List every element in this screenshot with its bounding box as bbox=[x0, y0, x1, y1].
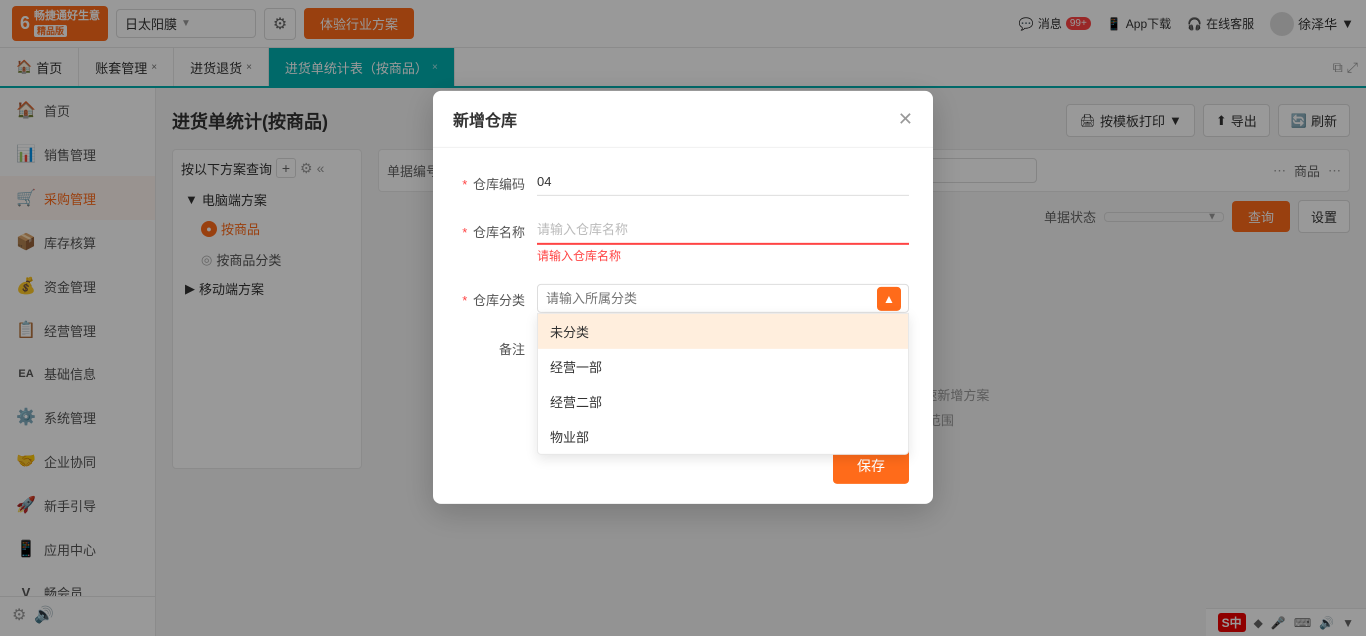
category-expand-icon[interactable]: ▲ bbox=[877, 286, 901, 310]
code-required: * bbox=[462, 177, 467, 192]
category-label: * 仓库分类 bbox=[457, 284, 537, 309]
name-required: * bbox=[462, 225, 467, 240]
dropdown-item-dept3[interactable]: 物业部 bbox=[538, 419, 908, 454]
category-input[interactable] bbox=[537, 284, 909, 313]
code-input[interactable] bbox=[537, 168, 909, 196]
form-row-category: * 仓库分类 ▲ 未分类 经营一部 经营二部 物业部 bbox=[457, 284, 909, 313]
code-label: * 仓库编码 bbox=[457, 168, 537, 193]
form-row-name: * 仓库名称 请输入仓库名称 bbox=[457, 216, 909, 264]
modal-close-button[interactable]: ✕ bbox=[898, 108, 913, 129]
name-field: 请输入仓库名称 bbox=[537, 216, 909, 264]
note-label: 备注 bbox=[457, 333, 537, 358]
dropdown-item-dept2[interactable]: 经营二部 bbox=[538, 384, 908, 419]
category-dropdown: 未分类 经营一部 经营二部 物业部 bbox=[537, 313, 909, 455]
dropdown-item-unclassified[interactable]: 未分类 bbox=[538, 314, 908, 349]
name-label: * 仓库名称 bbox=[457, 216, 537, 241]
category-required: * bbox=[462, 293, 467, 308]
form-row-code: * 仓库编码 bbox=[457, 168, 909, 196]
modal-header: 新增仓库 ✕ bbox=[433, 91, 933, 148]
new-warehouse-modal: 新增仓库 ✕ * 仓库编码 * 仓库名称 请输入仓库名称 bbox=[433, 91, 933, 504]
code-field bbox=[537, 168, 909, 196]
name-error-message: 请输入仓库名称 bbox=[537, 247, 909, 264]
dropdown-item-dept1[interactable]: 经营一部 bbox=[538, 349, 908, 384]
modal-title: 新增仓库 bbox=[453, 107, 517, 131]
modal-body: * 仓库编码 * 仓库名称 请输入仓库名称 * 仓库分类 bbox=[433, 148, 933, 436]
category-field: ▲ 未分类 经营一部 经营二部 物业部 bbox=[537, 284, 909, 313]
name-input[interactable] bbox=[537, 216, 909, 245]
